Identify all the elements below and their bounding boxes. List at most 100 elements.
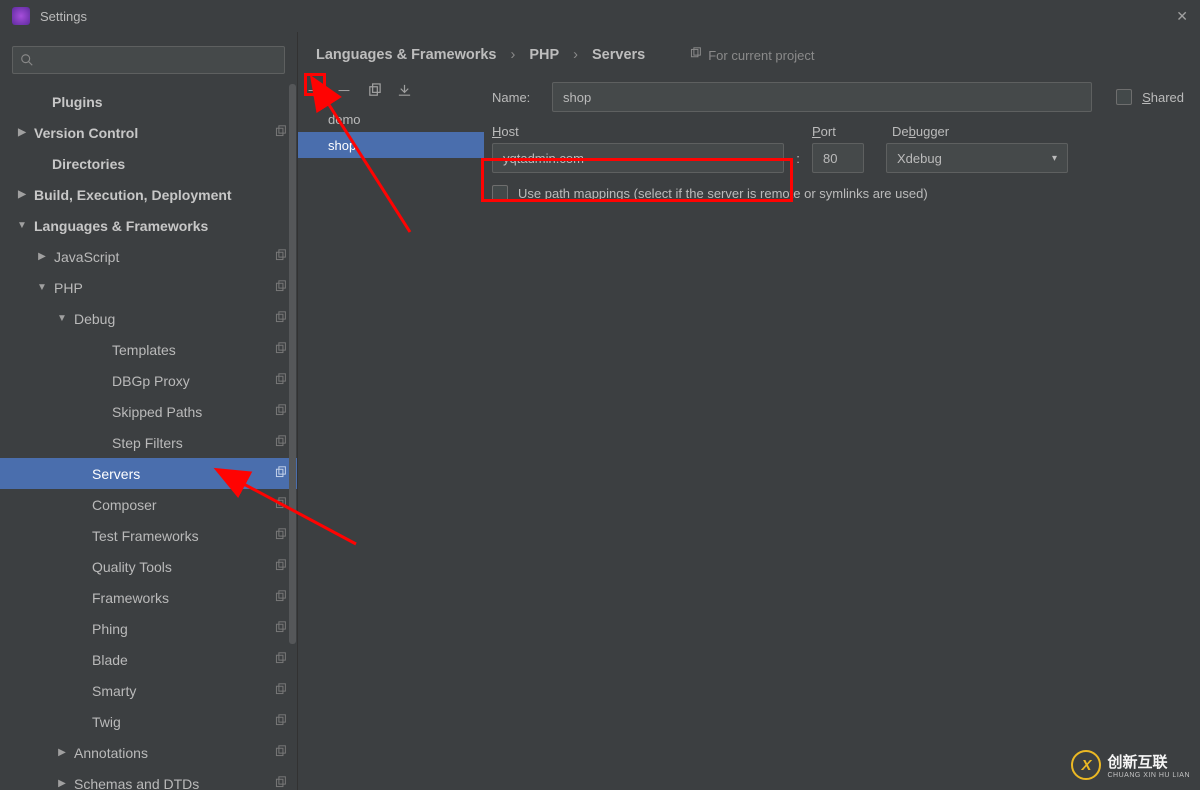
copy-icon [274, 559, 287, 575]
crumb-b[interactable]: PHP [529, 47, 559, 63]
sidebar-item-label: Step Filters [112, 435, 183, 451]
sidebar-item-label: Blade [92, 652, 128, 668]
sidebar-item[interactable]: Phing [0, 613, 297, 644]
sidebar-item[interactable]: Test Frameworks [0, 520, 297, 551]
sidebar-item[interactable]: Smarty [0, 675, 297, 706]
copy-icon [274, 683, 287, 699]
sidebar-item[interactable]: ▶Build, Execution, Deployment [0, 179, 297, 210]
sidebar-item-label: Debug [74, 311, 115, 327]
copy-icon [274, 466, 287, 482]
breadcrumb: Languages & Frameworks › PHP › Servers F… [298, 32, 1200, 78]
sidebar-item-label: Servers [92, 466, 140, 482]
scrollbar-thumb[interactable] [289, 84, 296, 644]
port-field[interactable] [812, 143, 864, 173]
copy-icon [274, 745, 287, 761]
sidebar-item[interactable]: ▶Schemas and DTDs [0, 768, 297, 790]
sidebar-item-label: Directories [52, 156, 125, 172]
chevron-right-icon: ▶ [56, 778, 68, 789]
sidebar-item[interactable]: ▶JavaScript [0, 241, 297, 272]
remove-button[interactable]: － [336, 82, 352, 98]
sidebar-item[interactable]: Servers [0, 458, 297, 489]
sidebar-item-label: Composer [92, 497, 157, 513]
sidebar-item[interactable]: ▶ Annotations [0, 737, 297, 768]
copy-icon [274, 621, 287, 637]
debugger-label: Debugger [892, 124, 949, 139]
shared-checkbox[interactable] [1116, 89, 1132, 105]
sidebar-item-label: Smarty [92, 683, 136, 699]
for-current-project-hint: For current project [689, 47, 814, 63]
sidebar-item[interactable]: ▶Version Control [0, 117, 297, 148]
sidebar-item[interactable]: Quality Tools [0, 551, 297, 582]
sidebar-item[interactable]: DBGp Proxy [0, 365, 297, 396]
sidebar-item[interactable]: Twig [0, 706, 297, 737]
debugger-select[interactable]: Xdebug ▾ [886, 143, 1068, 173]
sidebar-item-label: Templates [112, 342, 176, 358]
crumb-a[interactable]: Languages & Frameworks [316, 47, 497, 63]
sidebar-item-label: Skipped Paths [112, 404, 202, 420]
chevron-right-icon: › [511, 47, 516, 63]
host-field[interactable] [492, 143, 784, 173]
chevron-right-icon: ▶ [56, 747, 68, 758]
chevron-down-icon: ▼ [16, 220, 28, 231]
sidebar-item[interactable]: Directories [0, 148, 297, 179]
path-mappings-checkbox[interactable] [492, 185, 508, 201]
sidebar-item[interactable]: ▼ PHP [0, 272, 297, 303]
chevron-right-icon: ▶ [16, 127, 28, 138]
sidebar-item[interactable]: Plugins [0, 86, 297, 117]
copy-icon [274, 652, 287, 668]
server-list-item[interactable]: demo [298, 106, 484, 132]
host-label: Host [492, 124, 812, 139]
sidebar-item[interactable]: Composer [0, 489, 297, 520]
chevron-down-icon: ▼ [56, 313, 68, 324]
sidebar-item[interactable]: Frameworks [0, 582, 297, 613]
port-label: Port [812, 124, 892, 139]
close-icon[interactable]: ✕ [1176, 8, 1188, 25]
copy-icon [274, 280, 287, 296]
copy-icon [274, 125, 287, 141]
sidebar-item-label: Plugins [52, 94, 103, 110]
copy-icon [274, 435, 287, 451]
copy-icon [689, 47, 702, 63]
chevron-right-icon: ▶ [36, 251, 48, 262]
app-icon [12, 7, 30, 25]
sidebar-item-label: Annotations [74, 745, 148, 761]
chevron-down-icon: ▼ [36, 282, 48, 293]
copy-icon [274, 342, 287, 358]
sidebar-item-label: Phing [92, 621, 128, 637]
sidebar-item-label: DBGp Proxy [112, 373, 190, 389]
chevron-right-icon: ▶ [16, 189, 28, 200]
sidebar-item[interactable]: ▼ Languages & Frameworks [0, 210, 297, 241]
name-label: Name: [492, 90, 542, 105]
sidebar-item[interactable]: Skipped Paths [0, 396, 297, 427]
sidebar-item[interactable]: Blade [0, 644, 297, 675]
sidebar-item-label: Test Frameworks [92, 528, 199, 544]
sidebar-item[interactable]: Step Filters [0, 427, 297, 458]
import-button[interactable] [396, 82, 412, 98]
copy-icon [274, 311, 287, 327]
copy-icon [274, 497, 287, 513]
sidebar-item-label: PHP [54, 280, 83, 296]
sidebar-item[interactable]: ▼ Debug [0, 303, 297, 334]
server-list-item[interactable]: shop [298, 132, 484, 158]
sidebar-item-label: Languages & Frameworks [34, 218, 208, 234]
crumb-c: Servers [592, 47, 645, 63]
copy-icon [274, 776, 287, 790]
chevron-right-icon: › [573, 47, 578, 63]
copy-icon [274, 404, 287, 420]
chevron-down-icon: ▾ [1052, 153, 1057, 164]
server-list: demoshop [298, 106, 484, 790]
copy-button[interactable] [366, 82, 382, 98]
window-title: Settings [40, 9, 87, 24]
name-field[interactable] [552, 82, 1092, 112]
sidebar-item-label: Twig [92, 714, 121, 730]
sidebar-item[interactable]: Templates [0, 334, 297, 365]
copy-icon [274, 590, 287, 606]
search-input[interactable] [12, 46, 285, 74]
sidebar-item-label: Quality Tools [92, 559, 172, 575]
colon-label: : [784, 151, 812, 166]
path-mappings-label: Use path mappings (select if the server … [518, 186, 928, 201]
copy-icon [274, 249, 287, 265]
watermark: X 创新互联 CHUANG XIN HU LIAN [1071, 750, 1190, 780]
add-button[interactable]: ＋ [306, 82, 322, 98]
copy-icon [274, 528, 287, 544]
